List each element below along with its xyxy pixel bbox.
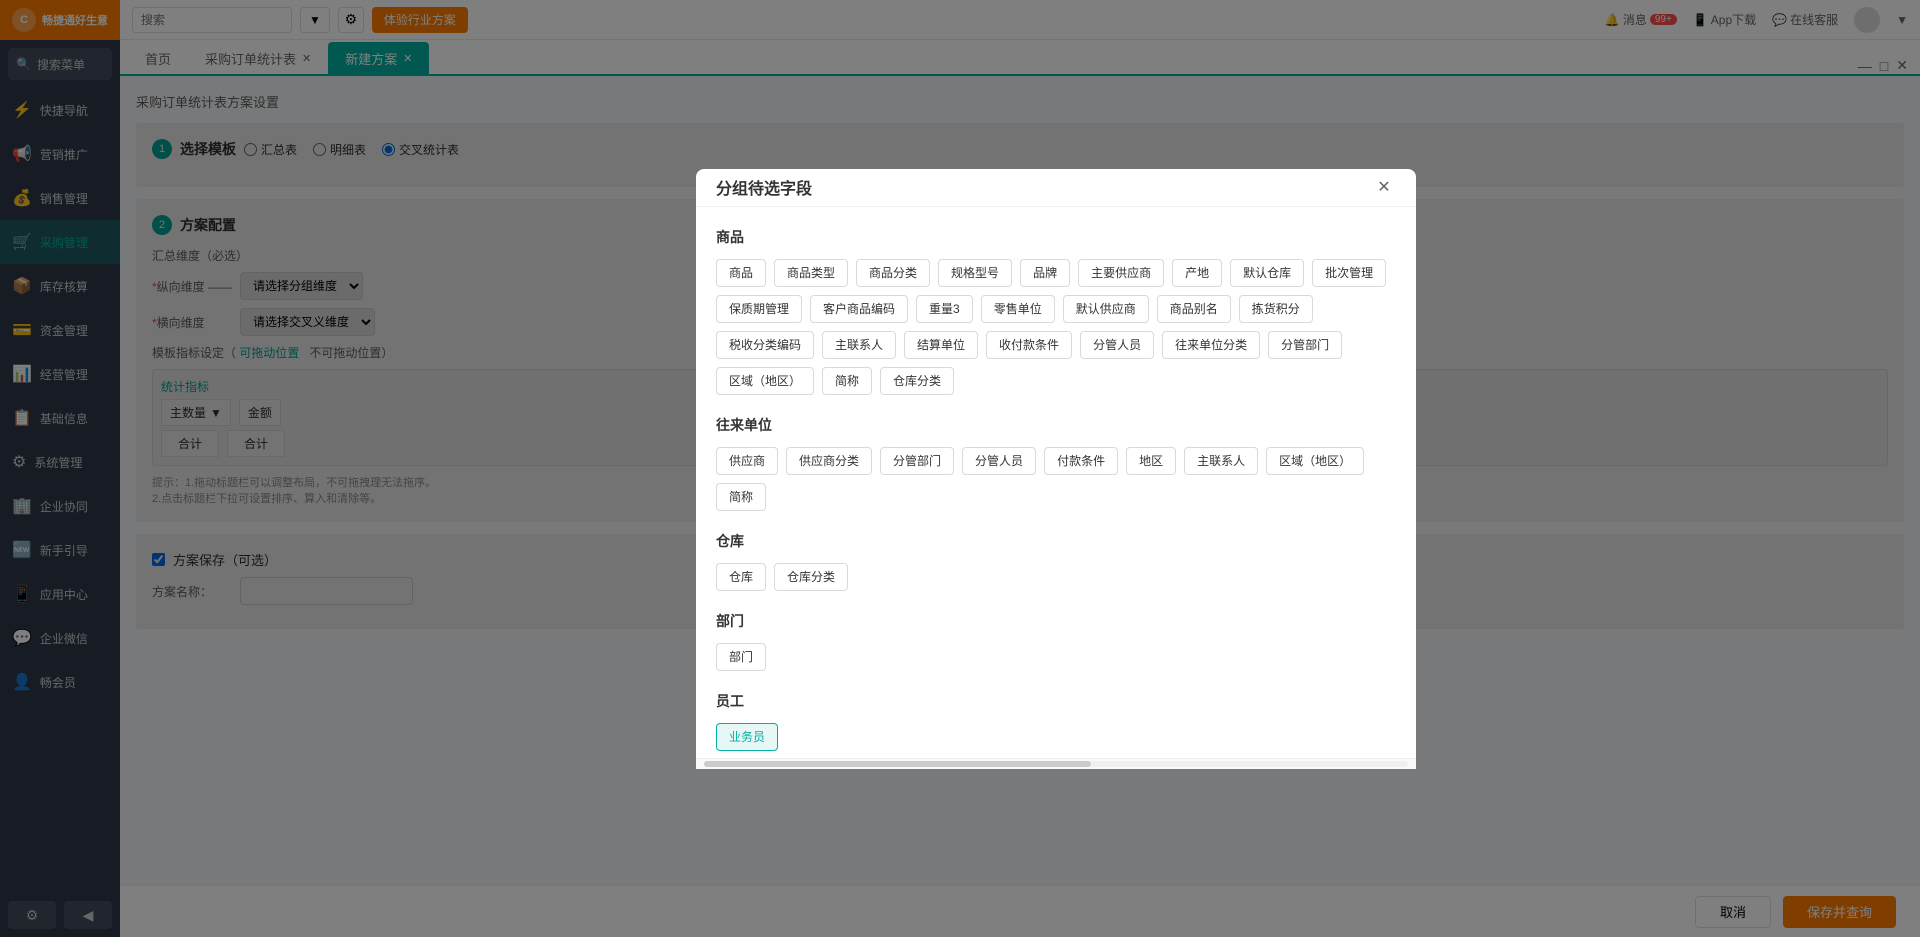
field-tag-supplier[interactable]: 供应商 — [716, 447, 778, 475]
employee-fields: 业务员 — [716, 723, 1396, 751]
modal-close-button[interactable]: ✕ — [1372, 175, 1396, 199]
field-tag-goods[interactable]: 商品 — [716, 259, 766, 287]
field-tag-default-supplier[interactable]: 默认供应商 — [1063, 295, 1149, 323]
field-tag-region[interactable]: 区域（地区） — [716, 367, 814, 395]
department-section-title: 部门 — [716, 611, 1396, 631]
field-tag-goods-alias[interactable]: 商品别名 — [1157, 295, 1231, 323]
field-tag-salesperson[interactable]: 业务员 — [716, 723, 778, 751]
partner-section: 往来单位 供应商 供应商分类 分管部门 分管人员 付款条件 地区 主联系人 区域… — [716, 415, 1396, 511]
field-tag-customer-goods-code[interactable]: 客户商品编码 — [810, 295, 908, 323]
field-tag-warehouse-cat[interactable]: 仓库分类 — [774, 563, 848, 591]
goods-section-title: 商品 — [716, 227, 1396, 247]
field-tag-origin[interactable]: 产地 — [1172, 259, 1222, 287]
field-tag-expiry-mgmt[interactable]: 保质期管理 — [716, 295, 802, 323]
partner-section-title: 往来单位 — [716, 415, 1396, 435]
goods-fields: 商品 商品类型 商品分类 规格型号 品牌 主要供应商 产地 默认仓库 批次管理 … — [716, 259, 1396, 395]
field-tag-settlement-unit[interactable]: 结算单位 — [904, 331, 978, 359]
field-tag-goods-category[interactable]: 商品分类 — [856, 259, 930, 287]
field-tag-manager[interactable]: 分管人员 — [1080, 331, 1154, 359]
field-tag-department[interactable]: 部门 — [716, 643, 766, 671]
warehouse-section-title: 仓库 — [716, 531, 1396, 551]
field-tag-dept-partner[interactable]: 分管部门 — [880, 447, 954, 475]
field-tag-main-contact-partner[interactable]: 主联系人 — [1184, 447, 1258, 475]
field-tag-area[interactable]: 地区 — [1126, 447, 1176, 475]
field-tag-default-warehouse[interactable]: 默认仓库 — [1230, 259, 1304, 287]
field-tag-batch-mgmt[interactable]: 批次管理 — [1312, 259, 1386, 287]
field-tag-tax-code[interactable]: 税收分类编码 — [716, 331, 814, 359]
department-section: 部门 部门 — [716, 611, 1396, 671]
warehouse-section: 仓库 仓库 仓库分类 — [716, 531, 1396, 591]
field-tag-dept-in-charge[interactable]: 分管部门 — [1268, 331, 1342, 359]
warehouse-fields: 仓库 仓库分类 — [716, 563, 1396, 591]
h-scroll-track — [704, 761, 1408, 767]
modal-title: 分组待选字段 — [716, 175, 812, 199]
field-tag-supplier-category[interactable]: 供应商分类 — [786, 447, 872, 475]
field-tag-region-partner[interactable]: 区域（地区） — [1266, 447, 1364, 475]
employee-section: 员工 业务员 — [716, 691, 1396, 751]
field-selector-modal: 分组待选字段 ✕ 商品 商品 商品类型 商品分类 规格型号 品牌 主要供应商 产… — [696, 169, 1416, 769]
modal-horizontal-scrollbar[interactable] — [696, 758, 1416, 769]
partner-fields: 供应商 供应商分类 分管部门 分管人员 付款条件 地区 主联系人 区域（地区） … — [716, 447, 1396, 511]
field-tag-pick-points[interactable]: 拣货积分 — [1239, 295, 1313, 323]
modal-header: 分组待选字段 ✕ — [696, 169, 1416, 207]
field-tag-main-supplier[interactable]: 主要供应商 — [1078, 259, 1164, 287]
modal-body: 商品 商品 商品类型 商品分类 规格型号 品牌 主要供应商 产地 默认仓库 批次… — [696, 207, 1416, 758]
field-tag-short-name[interactable]: 简称 — [822, 367, 872, 395]
field-tag-warehouse[interactable]: 仓库 — [716, 563, 766, 591]
field-tag-retail-unit[interactable]: 零售单位 — [981, 295, 1055, 323]
field-tag-goods-type[interactable]: 商品类型 — [774, 259, 848, 287]
field-tag-warehouse-category[interactable]: 仓库分类 — [880, 367, 954, 395]
field-tag-payment-terms[interactable]: 收付款条件 — [986, 331, 1072, 359]
field-tag-main-contact[interactable]: 主联系人 — [822, 331, 896, 359]
field-tag-spec-model[interactable]: 规格型号 — [938, 259, 1012, 287]
field-tag-payment-cond[interactable]: 付款条件 — [1044, 447, 1118, 475]
employee-section-title: 员工 — [716, 691, 1396, 711]
department-fields: 部门 — [716, 643, 1396, 671]
field-tag-brand[interactable]: 品牌 — [1020, 259, 1070, 287]
field-tag-short-name-partner[interactable]: 简称 — [716, 483, 766, 511]
field-tag-weight3[interactable]: 重量3 — [916, 295, 973, 323]
goods-section: 商品 商品 商品类型 商品分类 规格型号 品牌 主要供应商 产地 默认仓库 批次… — [716, 227, 1396, 395]
field-tag-partner-category[interactable]: 往来单位分类 — [1162, 331, 1260, 359]
h-scroll-thumb[interactable] — [704, 761, 1091, 767]
field-tag-person-in-charge[interactable]: 分管人员 — [962, 447, 1036, 475]
